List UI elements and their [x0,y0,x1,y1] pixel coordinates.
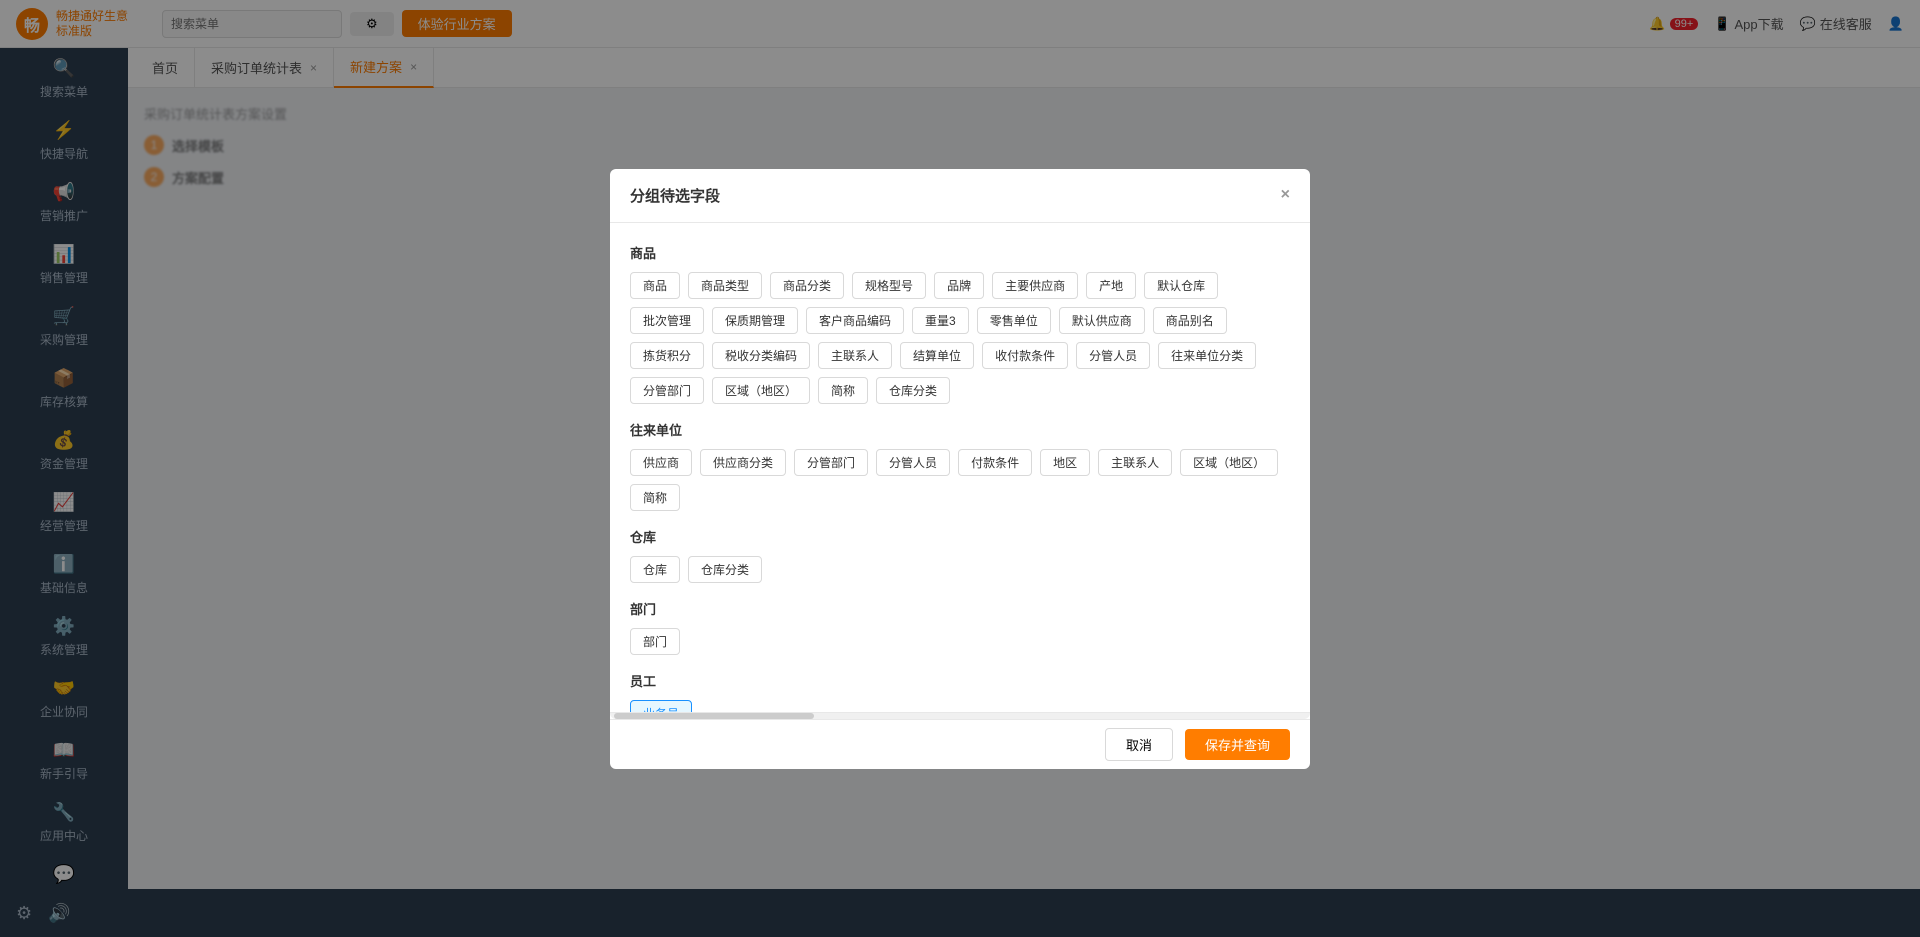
tag-0-1[interactable]: 商品类型 [688,272,762,299]
tag-0-2[interactable]: 商品分类 [770,272,844,299]
tag-group-2: 仓库仓库分类 [630,556,1290,583]
tag-1-1[interactable]: 供应商分类 [700,449,786,476]
tag-0-12[interactable]: 零售单位 [977,307,1051,334]
tag-1-0[interactable]: 供应商 [630,449,692,476]
tag-0-14[interactable]: 商品别名 [1153,307,1227,334]
tag-group-0: 商品商品类型商品分类规格型号品牌主要供应商产地默认仓库批次管理保质期管理客户商品… [630,272,1290,404]
tag-0-20[interactable]: 分管人员 [1076,342,1150,369]
tag-0-5[interactable]: 主要供应商 [992,272,1078,299]
tag-0-11[interactable]: 重量3 [912,307,969,334]
tag-0-6[interactable]: 产地 [1086,272,1136,299]
tag-1-4[interactable]: 付款条件 [958,449,1032,476]
tag-0-16[interactable]: 税收分类编码 [712,342,810,369]
modal-body: 商品商品商品类型商品分类规格型号品牌主要供应商产地默认仓库批次管理保质期管理客户… [610,223,1310,712]
tag-0-15[interactable]: 拣货积分 [630,342,704,369]
tag-0-10[interactable]: 客户商品编码 [806,307,904,334]
tag-0-18[interactable]: 结算单位 [900,342,974,369]
tag-group-3: 部门 [630,628,1290,655]
tag-0-7[interactable]: 默认仓库 [1144,272,1218,299]
tag-0-3[interactable]: 规格型号 [852,272,926,299]
modal-dialog: 分组待选字段 × 商品商品商品类型商品分类规格型号品牌主要供应商产地默认仓库批次… [610,169,1310,769]
tag-0-9[interactable]: 保质期管理 [712,307,798,334]
modal-title: 分组待选字段 [630,185,720,206]
tag-0-23[interactable]: 区域（地区） [712,377,810,404]
tag-0-21[interactable]: 往来单位分类 [1158,342,1256,369]
tag-0-0[interactable]: 商品 [630,272,680,299]
tag-2-0[interactable]: 仓库 [630,556,680,583]
section-title-3: 部门 [630,599,1290,618]
modal-overlay: 分组待选字段 × 商品商品商品类型商品分类规格型号品牌主要供应商产地默认仓库批次… [0,0,1920,937]
tag-1-6[interactable]: 主联系人 [1098,449,1172,476]
tag-group-4: 业务员 [630,700,1290,712]
tag-0-22[interactable]: 分管部门 [630,377,704,404]
modal-close-btn[interactable]: × [1281,186,1290,204]
cancel-button[interactable]: 取消 [1105,728,1173,761]
tag-group-1: 供应商供应商分类分管部门分管人员付款条件地区主联系人区域（地区） 简称 [630,449,1290,511]
tag-4-0[interactable]: 业务员 [630,700,692,712]
save-button[interactable]: 保存并查询 [1185,729,1290,760]
tag-0-25[interactable]: 仓库分类 [876,377,950,404]
tag-2-1[interactable]: 仓库分类 [688,556,762,583]
section-title-2: 仓库 [630,527,1290,546]
modal-footer: 取消 保存并查询 [610,719,1310,769]
tag-0-19[interactable]: 收付款条件 [982,342,1068,369]
tag-0-17[interactable]: 主联系人 [818,342,892,369]
modal-header: 分组待选字段 × [610,169,1310,223]
tag-1-5[interactable]: 地区 [1040,449,1090,476]
section-title-0: 商品 [630,243,1290,262]
tag-0-13[interactable]: 默认供应商 [1059,307,1145,334]
tag-3-0[interactable]: 部门 [630,628,680,655]
tag-0-4[interactable]: 品牌 [934,272,984,299]
tag-1-8[interactable]: 简称 [630,484,680,511]
section-title-4: 员工 [630,671,1290,690]
tag-0-8[interactable]: 批次管理 [630,307,704,334]
tag-0-24[interactable]: 简称 [818,377,868,404]
tag-1-2[interactable]: 分管部门 [794,449,868,476]
tag-1-7[interactable]: 区域（地区） [1180,449,1278,476]
tag-1-3[interactable]: 分管人员 [876,449,950,476]
section-title-1: 往来单位 [630,420,1290,439]
modal-hscroll[interactable] [610,712,1310,719]
